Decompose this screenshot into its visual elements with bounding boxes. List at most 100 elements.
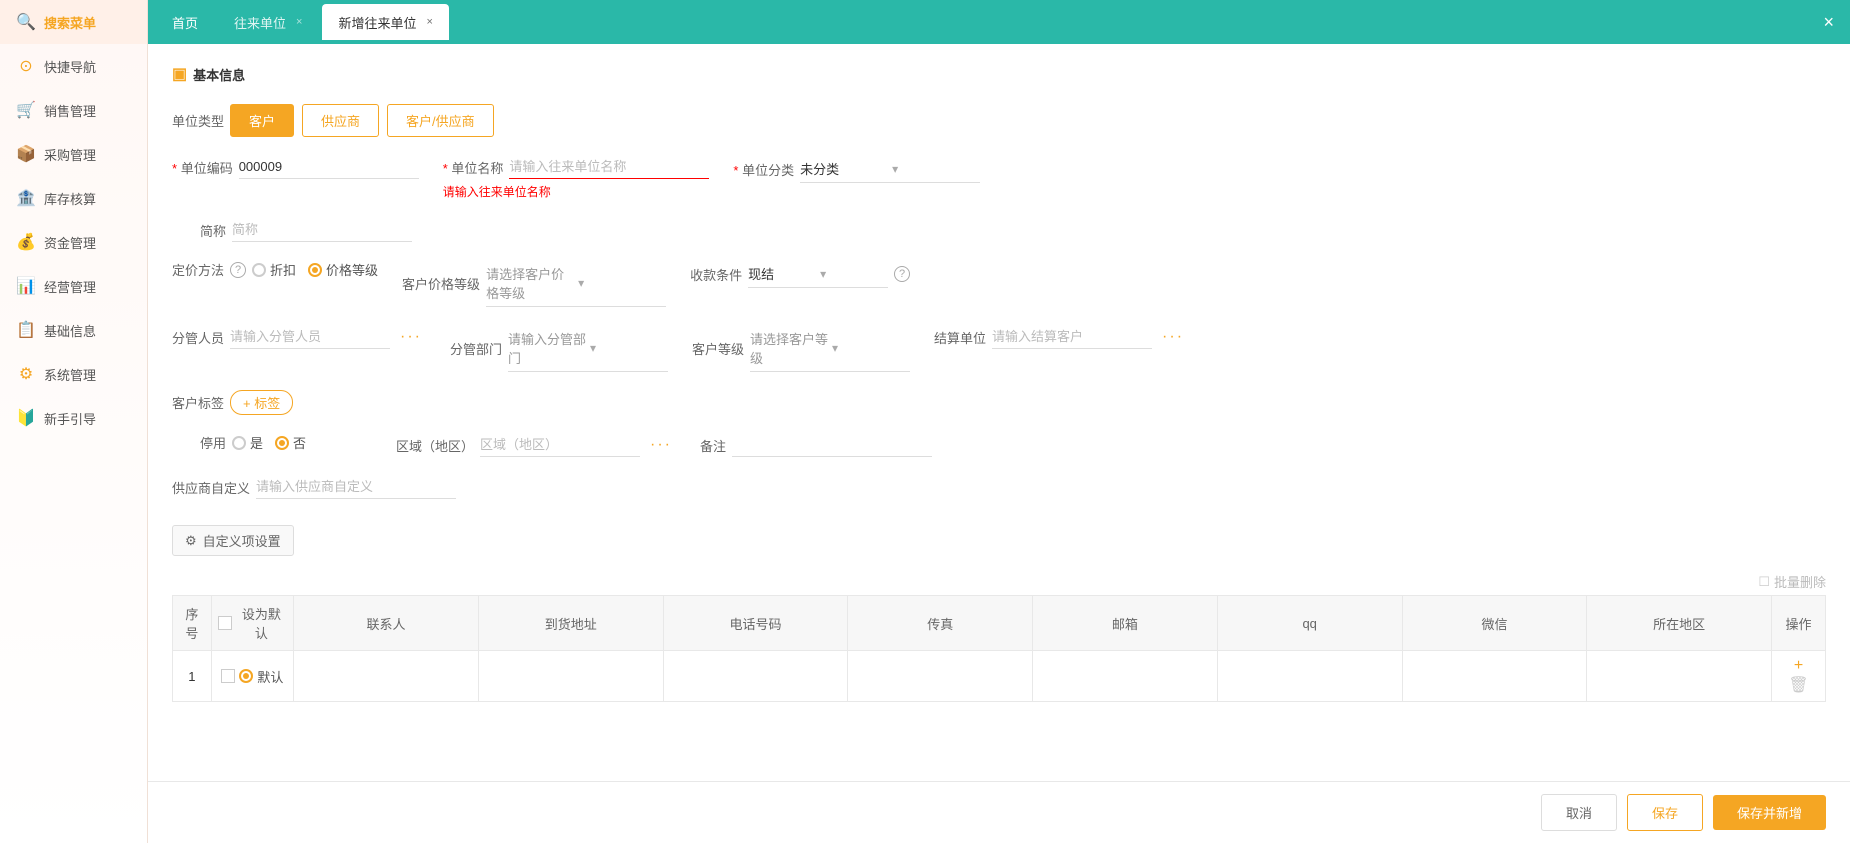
- customer-level-value: 请选择客户等级: [750, 329, 828, 367]
- customer-level-field: 客户等级 请选择客户等级 ▾: [692, 325, 910, 372]
- grade-radio-circle: [308, 263, 322, 277]
- cell-qq[interactable]: [1217, 651, 1402, 702]
- disable-field: 停用 是 否: [172, 433, 372, 452]
- unit-type-row: 单位类型 客户 供应商 客户/供应商: [172, 104, 1826, 137]
- default-label: 默认: [257, 667, 283, 686]
- sidebar-item-quick-nav[interactable]: ⊙ 快捷导航: [0, 44, 147, 88]
- sidebar-item-guide[interactable]: 🔰 新手引导: [0, 396, 147, 440]
- add-tag-button[interactable]: + 标签: [230, 390, 293, 415]
- col-contact: 联系人: [294, 596, 479, 651]
- customer-level-select[interactable]: 请选择客户等级 ▾: [750, 325, 910, 372]
- sidebar-finance-label: 资金管理: [44, 233, 96, 252]
- unit-category-value: 未分类: [800, 159, 888, 178]
- manager-dots-btn[interactable]: ···: [396, 328, 426, 346]
- cell-email[interactable]: [1033, 651, 1218, 702]
- sales-icon: 🛒: [16, 100, 36, 120]
- tab-add-partner-close[interactable]: ×: [426, 16, 432, 28]
- tab-partners-close[interactable]: ×: [296, 16, 302, 28]
- pricing-radio-group: 折扣 价格等级: [252, 260, 378, 279]
- default-radio[interactable]: 默认: [239, 667, 283, 686]
- unit-code-input[interactable]: [239, 155, 419, 179]
- abbr-input[interactable]: [232, 218, 412, 242]
- disable-region-row: 停用 是 否 区域（地区） ··· 备注: [172, 433, 1826, 457]
- sidebar-item-operations[interactable]: 📊 经营管理: [0, 264, 147, 308]
- save-new-button[interactable]: 保存并新增: [1713, 795, 1826, 830]
- abbr-field: 简称: [172, 218, 412, 242]
- manager-input[interactable]: [230, 325, 390, 349]
- pricing-discount-radio[interactable]: 折扣: [252, 260, 296, 279]
- payment-field: 收款条件 现结 ▾ ?: [690, 260, 910, 288]
- sidebar-item-search[interactable]: 🔍 搜索菜单: [0, 0, 147, 44]
- region-input[interactable]: [480, 433, 640, 457]
- settlement-input[interactable]: [992, 325, 1152, 349]
- wechat-input[interactable]: [1409, 669, 1581, 684]
- disable-no-radio[interactable]: 否: [275, 433, 306, 452]
- bottom-bar: 取消 保存 保存并新增: [148, 781, 1850, 843]
- batch-delete-label[interactable]: 批量删除: [1774, 572, 1826, 591]
- remark-field: 备注: [700, 433, 932, 457]
- sidebar-item-system[interactable]: ⚙ 系统管理: [0, 352, 147, 396]
- sidebar-item-sales[interactable]: 🛒 销售管理: [0, 88, 147, 132]
- close-all-tabs[interactable]: ×: [1815, 12, 1842, 33]
- cell-phone[interactable]: [663, 651, 848, 702]
- unit-code-label: * 单位编码: [172, 158, 233, 177]
- supplier-custom-input[interactable]: [256, 475, 456, 499]
- form-content: ▣ 基本信息 单位类型 客户 供应商 客户/供应商 * 单位编码 *: [148, 44, 1850, 781]
- department-field: 分管部门 请输入分管部门 ▾: [450, 325, 668, 372]
- disable-yes-radio[interactable]: 是: [232, 433, 263, 452]
- pricing-grade-radio[interactable]: 价格等级: [308, 260, 378, 279]
- custom-settings-button[interactable]: ⚙ 自定义项设置: [172, 525, 294, 556]
- sidebar-item-basic[interactable]: 📋 基础信息: [0, 308, 147, 352]
- settlement-dots-btn[interactable]: ···: [1158, 328, 1188, 346]
- address-input[interactable]: [485, 669, 657, 684]
- unit-btn-supplier[interactable]: 供应商: [302, 104, 379, 137]
- phone-input[interactable]: [670, 669, 842, 684]
- customer-price-value: 请选择客户价格等级: [486, 264, 574, 302]
- discount-label: 折扣: [270, 260, 296, 279]
- cell-address[interactable]: [478, 651, 663, 702]
- customer-price-label: 客户价格等级: [402, 274, 480, 293]
- pricing-help-icon[interactable]: ?: [230, 262, 246, 278]
- department-select[interactable]: 请输入分管部门 ▾: [508, 325, 668, 372]
- header-checkbox[interactable]: [218, 616, 232, 630]
- operations-icon: 📊: [16, 276, 36, 296]
- department-value: 请输入分管部门: [508, 329, 586, 367]
- qq-input[interactable]: [1224, 669, 1396, 684]
- cell-fax[interactable]: [848, 651, 1033, 702]
- cell-region[interactable]: [1587, 651, 1772, 702]
- col-default: 设为默认: [211, 596, 293, 651]
- payment-help-icon[interactable]: ?: [894, 266, 910, 282]
- tags-field: 客户标签 + 标签: [172, 390, 372, 415]
- tab-home[interactable]: 首页: [156, 4, 214, 40]
- sidebar-item-purchase[interactable]: 📦 采购管理: [0, 132, 147, 176]
- unit-code-name-row: * 单位编码 * 单位名称 请输入往来单位名称 * 单位分类 未分类 ▾: [172, 155, 1826, 200]
- tab-add-partner[interactable]: 新增往来单位 ×: [322, 4, 448, 40]
- row-checkbox[interactable]: [221, 669, 235, 683]
- unit-category-select[interactable]: 未分类 ▾: [800, 155, 980, 183]
- contacts-table-section: ☐ 批量删除 序号 设为默认 联系人 到货地址: [172, 572, 1826, 702]
- sidebar-search-label: 搜索菜单: [44, 13, 96, 32]
- payment-select[interactable]: 现结 ▾: [748, 260, 888, 288]
- cancel-button[interactable]: 取消: [1541, 794, 1617, 831]
- email-input[interactable]: [1039, 669, 1211, 684]
- add-row-btn[interactable]: +: [1792, 657, 1805, 675]
- unit-btn-both[interactable]: 客户/供应商: [387, 104, 494, 137]
- sidebar-item-inventory[interactable]: 🏦 库存核算: [0, 176, 147, 220]
- unit-name-error: 请输入往来单位名称: [443, 183, 551, 200]
- fax-input[interactable]: [854, 669, 1026, 684]
- delete-row-btn[interactable]: 🗑: [1786, 675, 1810, 695]
- col-region: 所在地区: [1587, 596, 1772, 651]
- tab-partners[interactable]: 往来单位 ×: [218, 4, 318, 40]
- region-dots-btn[interactable]: ···: [646, 436, 676, 454]
- unit-btn-customer[interactable]: 客户: [230, 104, 294, 137]
- remark-input[interactable]: [732, 433, 932, 457]
- customer-price-select[interactable]: 请选择客户价格等级 ▾: [486, 260, 666, 307]
- contact-input[interactable]: [300, 669, 472, 684]
- unit-name-input[interactable]: [509, 155, 709, 179]
- cell-wechat[interactable]: [1402, 651, 1587, 702]
- row-region-input[interactable]: [1593, 669, 1765, 684]
- purchase-icon: 📦: [16, 144, 36, 164]
- sidebar-item-finance[interactable]: 💰 资金管理: [0, 220, 147, 264]
- save-button[interactable]: 保存: [1627, 794, 1703, 831]
- cell-contact[interactable]: [294, 651, 479, 702]
